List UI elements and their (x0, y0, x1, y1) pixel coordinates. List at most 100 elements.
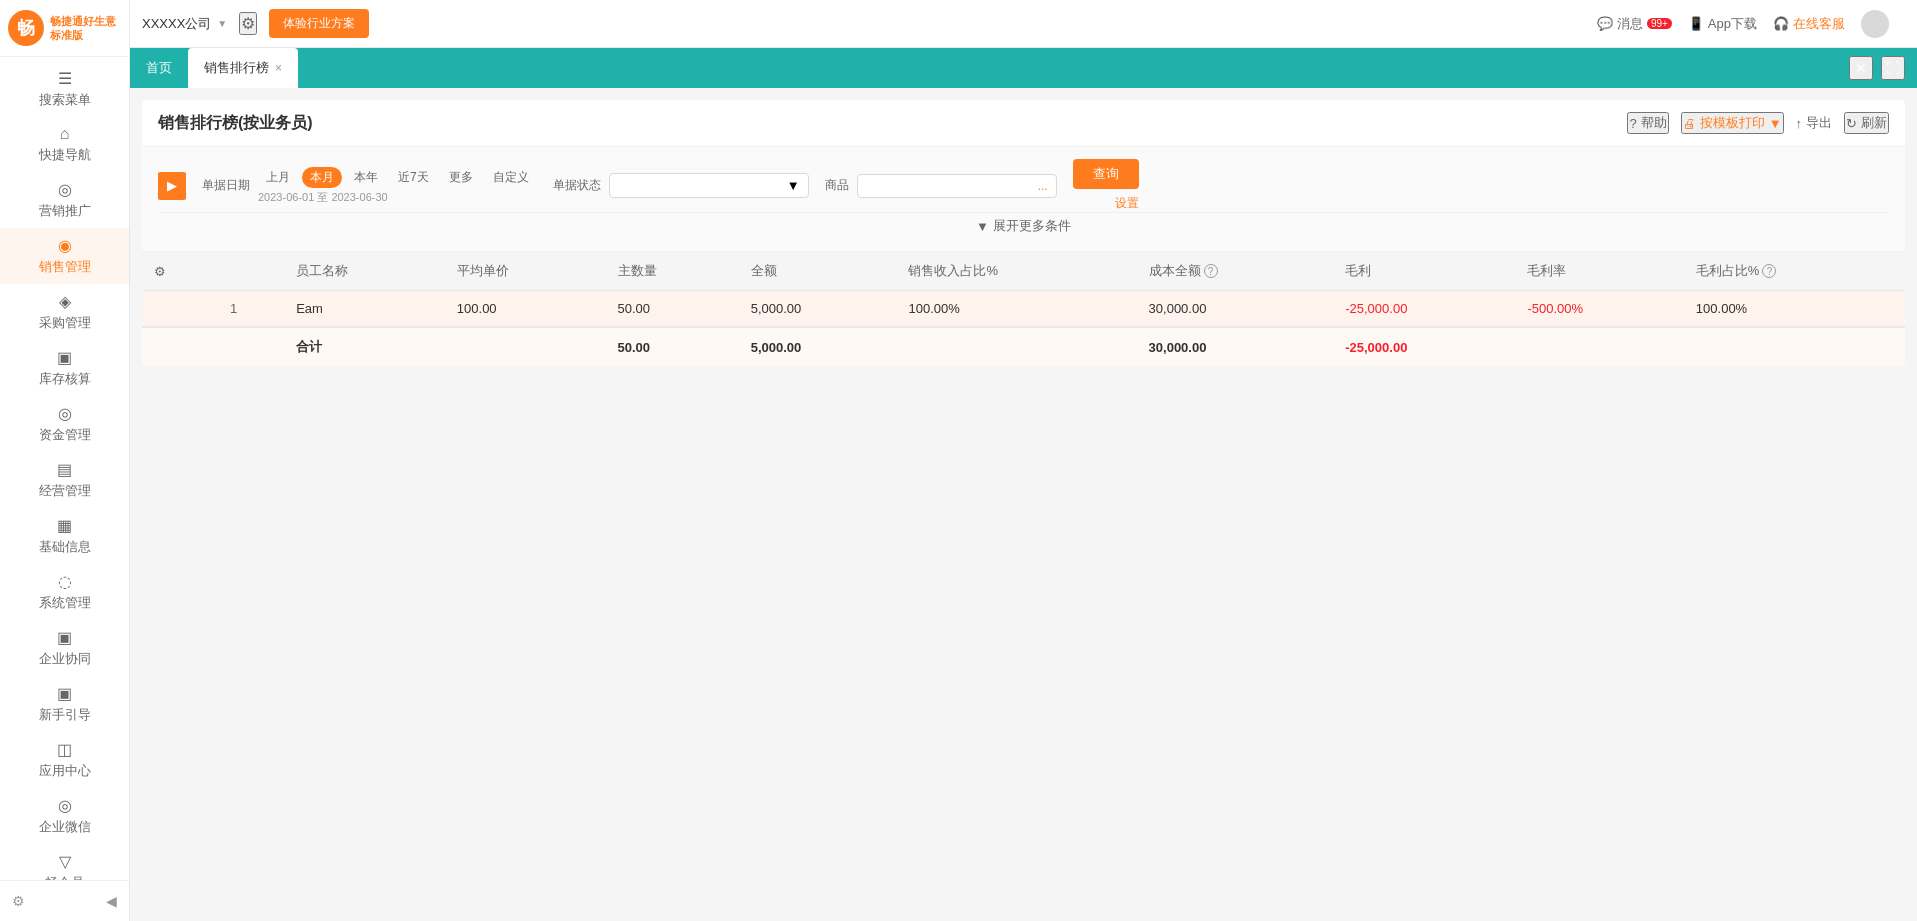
wechat-icon: ◎ (58, 796, 72, 815)
page-card: 销售排行榜(按业务员) ? 帮助 🖨 按模板打印 ▼ ↑ 导出 (142, 100, 1905, 366)
sales-icon: ◉ (58, 236, 72, 255)
date-option-more[interactable]: 更多 (441, 167, 481, 188)
tab-maximize-btn[interactable]: ⛶ (1881, 56, 1905, 80)
status-select[interactable]: ▼ (609, 173, 809, 198)
inventory-icon: ▣ (57, 348, 72, 367)
phone-icon: 📱 (1688, 16, 1704, 31)
logo: 畅 畅捷通好生意标准版 (0, 0, 129, 57)
col-avg-price: 平均单价 (445, 252, 606, 291)
operations-icon: ▤ (57, 460, 72, 479)
date-range-display: 2023-06-01 至 2023-06-30 (258, 190, 537, 205)
col-gross-pct: 毛利占比% ? (1684, 252, 1905, 291)
sidebar-item-shortcut[interactable]: ⌂ 快捷导航 (0, 117, 129, 172)
basic-icon: ▦ (57, 516, 72, 535)
finance-icon: ◎ (58, 404, 72, 423)
sidebar-item-operations[interactable]: ▤ 经营管理 (0, 452, 129, 508)
refresh-icon: ↻ (1846, 116, 1857, 131)
app-download-btn[interactable]: 📱 App下载 (1688, 15, 1757, 33)
row-main-qty: 50.00 (606, 291, 739, 328)
export-btn[interactable]: ↑ 导出 (1796, 114, 1833, 132)
purchase-icon: ◈ (59, 292, 71, 311)
col-main-qty: 主数量 (606, 252, 739, 291)
row-gross-rate: -500.00% (1515, 291, 1683, 328)
table-footer-row: 合计 50.00 5,000.00 30,000.00 -25,000.00 (142, 327, 1905, 366)
sidebar-item-collab[interactable]: ▣ 企业协同 (0, 620, 129, 676)
message-btn[interactable]: 💬 消息 99+ (1597, 15, 1672, 33)
col-gross-profit: 毛利 (1333, 252, 1515, 291)
sidebar-item-sales[interactable]: ◉ 销售管理 (0, 228, 129, 284)
filter-toggle-btn[interactable]: ▶ (158, 172, 186, 200)
main-area: XXXXX公司 ▼ ⚙ 体验行业方案 💬 消息 99+ 📱 App下载 🎧 在线… (130, 0, 1917, 921)
company-dropdown-icon: ▼ (217, 18, 227, 29)
sidebar-item-apps[interactable]: ◫ 应用中心 (0, 732, 129, 788)
col-cost-amount: 成本全额 ? (1137, 252, 1334, 291)
row-sales-pct: 100.00% (896, 291, 1136, 328)
tab-bar: 首页 销售排行榜 × ✕ ⛶ (130, 48, 1917, 88)
date-option-custom[interactable]: 自定义 (485, 167, 537, 188)
cost-amount-info-icon[interactable]: ? (1204, 264, 1218, 278)
sidebar-item-inventory[interactable]: ▣ 库存核算 (0, 340, 129, 396)
col-sales-pct: 销售收入占比% (896, 252, 1136, 291)
date-option-current-year[interactable]: 本年 (346, 167, 386, 188)
footer-gross-pct (1684, 327, 1905, 366)
expand-filters-row: ▼ 展开更多条件 (158, 212, 1889, 239)
date-option-current-month[interactable]: 本月 (302, 167, 342, 188)
filter-row: ▶ 单据日期 上月 本月 本年 近7天 更多 自定义 (158, 159, 1889, 212)
col-rank (218, 252, 284, 291)
header-right: 💬 消息 99+ 📱 App下载 🎧 在线客服 (1597, 10, 1905, 38)
print-template-btn[interactable]: 🖨 按模板打印 ▼ (1681, 112, 1784, 134)
query-btn[interactable]: 查询 (1073, 159, 1139, 189)
col-employee-name: 员工名称 (284, 252, 445, 291)
settings-footer-btn[interactable]: ⚙ (8, 889, 29, 913)
col-amount: 全额 (739, 252, 897, 291)
print-icon: 🖨 (1683, 116, 1696, 131)
footer-sales-pct (896, 327, 1136, 366)
sidebar-item-system[interactable]: ◌ 系统管理 (0, 564, 129, 620)
col-gross-rate: 毛利率 (1515, 252, 1683, 291)
member-icon: ▽ (59, 852, 71, 871)
top-header: XXXXX公司 ▼ ⚙ 体验行业方案 💬 消息 99+ 📱 App下载 🎧 在线… (130, 0, 1917, 48)
sidebar-item-search[interactable]: ☰ 搜索菜单 (0, 61, 129, 117)
date-option-7days[interactable]: 近7天 (390, 167, 437, 188)
sidebar-item-marketing[interactable]: ◎ 营销推广 (0, 172, 129, 228)
sidebar-nav: ☰ 搜索菜单 ⌂ 快捷导航 ◎ 营销推广 ◉ 销售管理 ◈ 采购管理 ▣ 库存核… (0, 57, 129, 880)
gross-pct-info-icon[interactable]: ? (1762, 264, 1776, 278)
trial-industry-btn[interactable]: 体验行业方案 (269, 9, 369, 38)
date-options: 上月 本月 本年 近7天 更多 自定义 2023-06-01 至 2023-06… (258, 167, 537, 205)
sales-ranking-tab-label: 销售排行榜 (204, 59, 269, 77)
sidebar-item-wechat[interactable]: ◎ 企业微信 (0, 788, 129, 844)
date-option-prev-month[interactable]: 上月 (258, 167, 298, 188)
company-selector[interactable]: XXXXX公司 ▼ (142, 15, 227, 33)
online-service-btn[interactable]: 🎧 在线客服 (1773, 15, 1845, 33)
page-header: 销售排行榜(按业务员) ? 帮助 🖨 按模板打印 ▼ ↑ 导出 (142, 100, 1905, 147)
row-cost-amount: 30,000.00 (1137, 291, 1334, 328)
col-settings: ⚙ (142, 252, 218, 291)
settings-link[interactable]: 设置 (1115, 195, 1139, 212)
home-tab-label: 首页 (146, 59, 172, 77)
user-avatar[interactable] (1861, 10, 1889, 38)
tab-close-window-btn[interactable]: ✕ (1849, 56, 1873, 80)
tab-sales-ranking[interactable]: 销售排行榜 × (188, 48, 298, 88)
expand-arrow-icon: ▼ (976, 219, 989, 234)
company-settings-btn[interactable]: ⚙ (239, 12, 257, 35)
help-btn[interactable]: ? 帮助 (1627, 112, 1668, 134)
headset-icon: 🎧 (1773, 16, 1789, 31)
sidebar-item-member[interactable]: ▽ 畅会员 (0, 844, 129, 880)
message-badge: 99+ (1647, 18, 1672, 29)
collapse-sidebar-btn[interactable]: ◀ (102, 889, 121, 913)
company-name: XXXXX公司 (142, 15, 211, 33)
logo-text: 畅捷通好生意标准版 (50, 14, 116, 43)
refresh-btn[interactable]: ↻ 刷新 (1844, 112, 1889, 134)
sidebar-item-guide[interactable]: ▣ 新手引导 (0, 676, 129, 732)
sidebar-item-basic[interactable]: ▦ 基础信息 (0, 508, 129, 564)
tab-home[interactable]: 首页 (130, 48, 188, 88)
settings-col-icon[interactable]: ⚙ (154, 264, 166, 279)
expand-filters-btn[interactable]: ▼ 展开更多条件 (976, 217, 1071, 235)
product-input[interactable]: ... (857, 174, 1057, 198)
tab-close-btn[interactable]: × (275, 61, 282, 75)
footer-gross-rate (1515, 327, 1683, 366)
sidebar-item-finance[interactable]: ◎ 资金管理 (0, 396, 129, 452)
sidebar-item-purchase[interactable]: ◈ 采购管理 (0, 284, 129, 340)
product-more-btn[interactable]: ... (1038, 179, 1048, 193)
row-amount: 5,000.00 (739, 291, 897, 328)
